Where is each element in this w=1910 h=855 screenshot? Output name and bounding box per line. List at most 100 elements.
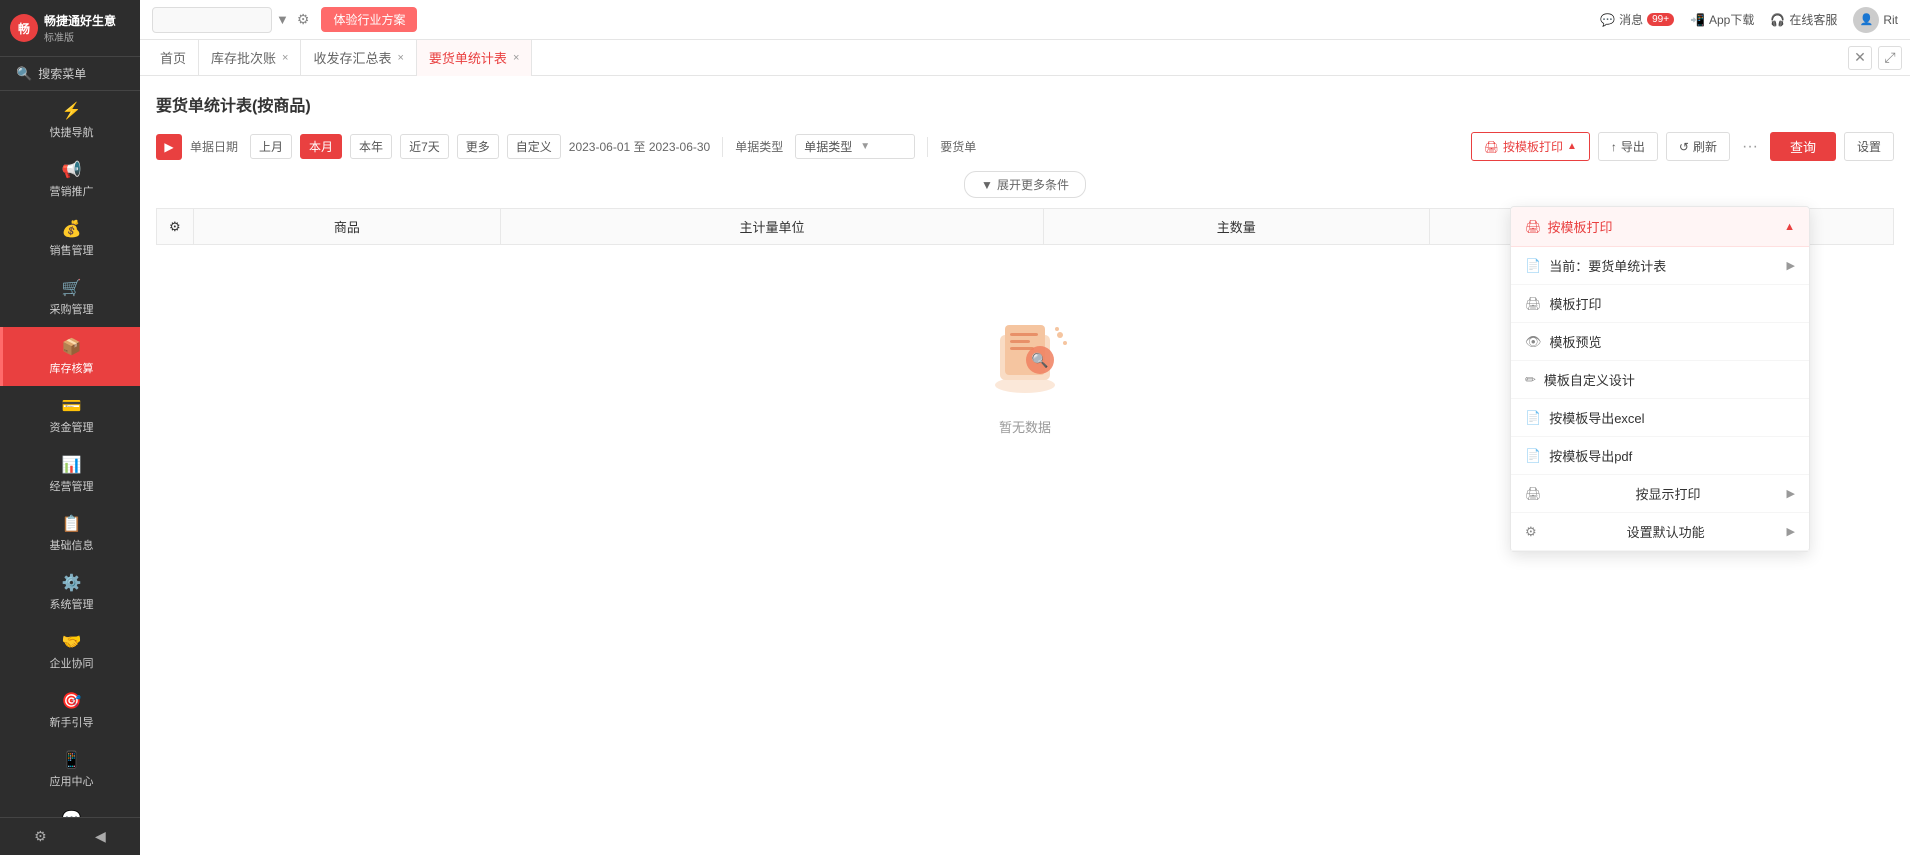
print-chevron-icon: ▲: [1567, 141, 1577, 152]
topbar-search-dropdown[interactable]: ▼: [276, 12, 289, 27]
more-options-btn[interactable]: ···: [1738, 138, 1762, 156]
tab-expand-btn[interactable]: ⤢: [1878, 46, 1902, 70]
print-template-btn[interactable]: 🖨 按模板打印 ▲: [1471, 132, 1590, 161]
th-qty: 主数量: [1043, 209, 1429, 245]
set-default-icon: ⚙: [1525, 524, 1537, 540]
date-btn-7days[interactable]: 近7天: [400, 134, 449, 159]
dropdown-current-item[interactable]: 📄 当前：要货单统计表 ▶: [1511, 247, 1809, 285]
sidebar-item-purchase[interactable]: 🛒 采购管理: [0, 268, 140, 327]
tab-close-inventory-batch[interactable]: ×: [282, 52, 288, 64]
topbar-right: 💬 消息 99+ 📲 App下载 🎧 在线客服 👤 Rit: [1600, 7, 1898, 33]
filter-divider-2: [927, 137, 928, 157]
topbar-gear-icon[interactable]: ⚙: [297, 11, 310, 28]
export-btn[interactable]: ↑ 导出: [1598, 132, 1658, 161]
display-print-arrow-icon: ▶: [1787, 487, 1795, 500]
tab-close-all-btn[interactable]: ✕: [1848, 46, 1872, 70]
expand-more-btn[interactable]: ▼ 展开更多条件: [964, 171, 1086, 198]
sidebar-item-collab[interactable]: 🤝 企业协同: [0, 622, 140, 681]
toolbar-row1: ▶ 单据日期 上月 本月 本年 近7天 更多 自定义 2023-06-01 至 …: [156, 132, 1894, 161]
tab-inventory-batch[interactable]: 库存批次账 ×: [199, 40, 301, 76]
display-print-icon: 🖨: [1525, 486, 1542, 502]
date-btn-more[interactable]: 更多: [457, 134, 499, 159]
page-area: 要货单统计表(按商品) ▶ 单据日期 上月 本月 本年 近7天 更多 自定义 2…: [140, 76, 1910, 855]
dropdown-set-default[interactable]: ⚙ 设置默认功能 ▶: [1511, 513, 1809, 551]
export-excel-icon: 📄: [1525, 410, 1541, 426]
sidebar-item-inventory[interactable]: 📦 库存核算: [0, 327, 140, 386]
query-btn[interactable]: 查询: [1770, 132, 1836, 161]
order-type-select[interactable]: 单据类型 ▼: [795, 134, 915, 159]
purchase-icon: 🛒: [62, 278, 82, 298]
sidebar-item-basic[interactable]: 📋 基础信息: [0, 504, 140, 563]
current-item-arrow-icon: ▶: [1787, 259, 1795, 272]
sidebar-item-apps[interactable]: 📱 应用中心: [0, 740, 140, 799]
collab-icon: 🤝: [62, 632, 82, 652]
apps-icon: 📱: [62, 750, 82, 770]
tab-home[interactable]: 首页: [148, 40, 199, 76]
toolbar-right-group: 🖨 按模板打印 ▲ ↑ 导出 ↺ 刷新 ··· 查询 设置: [1471, 132, 1894, 161]
th-settings[interactable]: ⚙: [157, 209, 194, 245]
print-dropdown-menu: 🖨 按模板打印 ▲ 📄 当前：要货单统计表 ▶ 🖨 模板打印 👁 模板预览: [1510, 206, 1810, 552]
dropdown-header[interactable]: 🖨 按模板打印 ▲: [1511, 207, 1809, 247]
dropdown-template-print[interactable]: 🖨 模板打印: [1511, 285, 1809, 323]
dropdown-export-excel[interactable]: 📄 按模板导出excel: [1511, 399, 1809, 437]
tab-order-stat[interactable]: 要货单统计表 ×: [417, 40, 532, 76]
template-print-icon: 🖨: [1525, 296, 1542, 312]
dropdown-export-pdf[interactable]: 📄 按模板导出pdf: [1511, 437, 1809, 475]
tab-receipt-summary[interactable]: 收发存汇总表 ×: [301, 40, 416, 76]
finance-icon: 💳: [62, 396, 82, 416]
topbar-search-input[interactable]: [152, 7, 272, 33]
date-btn-this-month[interactable]: 本月: [300, 134, 342, 159]
sidebar-logo-text: 畅捷通好生意 标准版: [44, 12, 116, 44]
quick-nav-icon: ⚡: [62, 101, 82, 121]
th-unit: 主计量单位: [501, 209, 1044, 245]
user-avatar: 👤: [1853, 7, 1879, 33]
export-icon: ↑: [1611, 140, 1617, 154]
dropdown-chevron-up-icon[interactable]: ▲: [1784, 221, 1795, 233]
sidebar-settings-btn[interactable]: ⚙: [34, 828, 47, 845]
system-icon: ⚙️: [62, 573, 82, 593]
sidebar-search[interactable]: 🔍 搜索菜单: [0, 57, 140, 91]
sidebar-item-sales[interactable]: 💰 销售管理: [0, 209, 140, 268]
sidebar-item-system[interactable]: ⚙️ 系统管理: [0, 563, 140, 622]
app-download-btn[interactable]: 📲 App下载: [1690, 11, 1754, 28]
filter-divider-1: [722, 137, 723, 157]
message-icon: 💬: [1600, 13, 1615, 27]
empty-state-icon: 🔍: [975, 305, 1075, 405]
order-type-arrow-icon: ▼: [860, 141, 870, 152]
sidebar-item-marketing[interactable]: 📢 营销推广: [0, 150, 140, 209]
topbar: ▼ ⚙ 体验行业方案 💬 消息 99+ 📲 App下载 🎧 在线客服 👤 Rit: [140, 0, 1910, 40]
expand-icon: ▼: [981, 178, 993, 192]
template-preview-icon: 👁: [1525, 334, 1542, 350]
tab-close-receipt-summary[interactable]: ×: [397, 52, 403, 64]
messages-btn[interactable]: 💬 消息 99+: [1600, 11, 1674, 28]
dropdown-template-preview[interactable]: 👁 模板预览: [1511, 323, 1809, 361]
app-logo-icon: 畅: [10, 14, 38, 42]
guide-icon: 🎯: [62, 691, 82, 711]
inventory-icon: 📦: [62, 337, 82, 357]
sales-icon: 💰: [62, 219, 82, 239]
sidebar-item-operations[interactable]: 📊 经营管理: [0, 445, 140, 504]
toolbar-expand-btn[interactable]: ▶: [156, 134, 182, 160]
sidebar-item-wechat[interactable]: 💬 企业微信: [0, 799, 140, 817]
dropdown-template-design[interactable]: ✏ 模板自定义设计: [1511, 361, 1809, 399]
refresh-btn[interactable]: ↺ 刷新: [1666, 132, 1730, 161]
date-range-display: 2023-06-01 至 2023-06-30: [569, 138, 710, 155]
sidebar-item-guide[interactable]: 🎯 新手引导: [0, 681, 140, 740]
sidebar-item-quick-nav[interactable]: ⚡ 快捷导航: [0, 91, 140, 150]
settings-btn[interactable]: 设置: [1844, 132, 1894, 161]
sidebar-collapse-btn[interactable]: ◀: [95, 828, 106, 845]
export-pdf-icon: 📄: [1525, 448, 1541, 464]
sidebar-item-finance[interactable]: 💳 资金管理: [0, 386, 140, 445]
print-icon: 🖨: [1484, 140, 1499, 154]
template-design-icon: ✏: [1525, 372, 1536, 388]
date-btn-last-month[interactable]: 上月: [250, 134, 292, 159]
tab-close-order-stat[interactable]: ×: [513, 52, 519, 64]
trial-button[interactable]: 体验行业方案: [321, 7, 417, 32]
online-service-btn[interactable]: 🎧 在线客服: [1770, 11, 1837, 28]
user-avatar-btn[interactable]: 👤 Rit: [1853, 7, 1898, 33]
dropdown-display-print[interactable]: 🖨 按显示打印 ▶: [1511, 475, 1809, 513]
date-btn-this-year[interactable]: 本年: [350, 134, 392, 159]
date-btn-custom[interactable]: 自定义: [507, 134, 561, 159]
page-title: 要货单统计表(按商品): [156, 92, 1894, 116]
operations-icon: 📊: [62, 455, 82, 475]
